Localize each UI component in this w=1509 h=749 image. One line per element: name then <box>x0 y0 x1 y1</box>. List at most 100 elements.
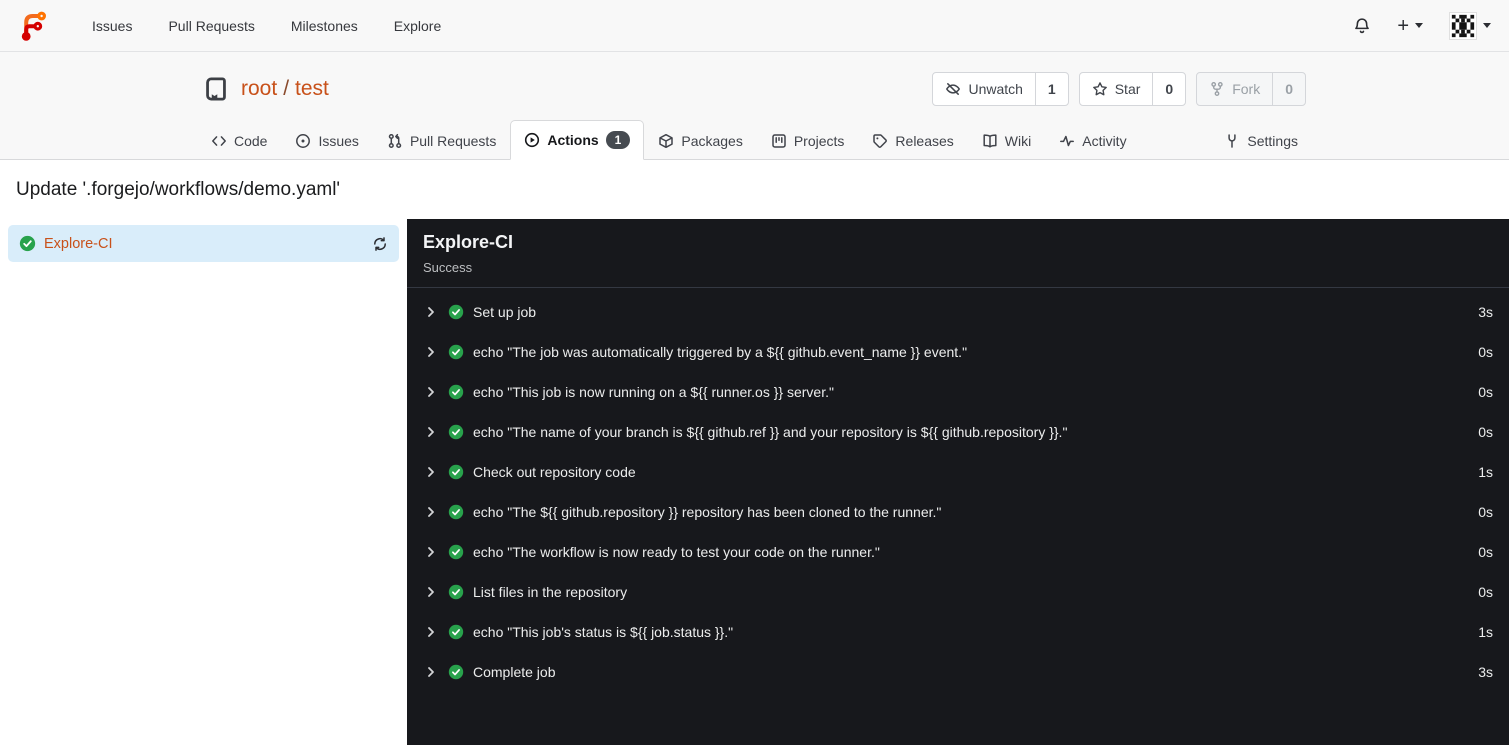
job-status-text: Success <box>423 260 473 275</box>
package-icon <box>658 133 674 149</box>
step-success-icon <box>448 584 464 600</box>
chevron-right-icon <box>423 544 439 560</box>
fork-icon <box>1209 81 1225 97</box>
tab-label: Pull Requests <box>409 133 497 149</box>
bell-icon <box>1353 17 1371 35</box>
step-success-icon <box>448 464 464 480</box>
job-log-panel: Explore-CI Success Set up job 3s echo "T… <box>407 219 1509 745</box>
issue-opened-icon <box>295 133 311 149</box>
step-row-complete-job[interactable]: Complete job 3s <box>407 652 1509 692</box>
step-label: List files in the repository <box>473 584 628 600</box>
top-navbar: Issues Pull Requests Milestones Explore … <box>0 0 1509 52</box>
unwatch-button[interactable]: Unwatch <box>933 73 1034 105</box>
tab-activity[interactable]: Activity <box>1045 122 1140 160</box>
step-duration: 0s <box>1478 544 1493 560</box>
step-success-icon <box>448 344 464 360</box>
job-panel-header: Explore-CI Success <box>407 219 1509 288</box>
step-success-icon <box>448 624 464 640</box>
chevron-right-icon <box>423 344 439 360</box>
step-row-echo-running-on[interactable]: echo "This job is now running on a ${{ r… <box>407 372 1509 412</box>
sync-icon <box>372 236 388 252</box>
nav-item-milestones[interactable]: Milestones <box>277 10 372 42</box>
book-open-icon <box>982 133 998 149</box>
job-item-explore-ci[interactable]: Explore-CI <box>8 225 399 262</box>
tab-wiki[interactable]: Wiki <box>968 122 1045 160</box>
step-duration: 3s <box>1478 304 1493 320</box>
step-duration: 0s <box>1478 584 1493 600</box>
step-success-icon <box>448 384 464 400</box>
step-duration: 0s <box>1478 344 1493 360</box>
tab-issues[interactable]: Issues <box>281 122 372 160</box>
tab-label: Code <box>234 133 268 149</box>
stars-count[interactable]: 0 <box>1152 73 1185 105</box>
eye-slash-icon <box>945 81 961 97</box>
pulse-icon <box>1059 133 1075 149</box>
check-circle-icon <box>19 235 36 252</box>
tab-packages[interactable]: Packages <box>644 122 756 160</box>
watchers-count[interactable]: 1 <box>1034 73 1068 105</box>
step-label: echo "This job is now running on a ${{ r… <box>473 384 834 400</box>
repo-journal-icon <box>203 76 229 102</box>
notifications-button[interactable] <box>1353 17 1371 35</box>
create-new-menu[interactable]: + <box>1397 14 1423 37</box>
tab-projects[interactable]: Projects <box>757 122 859 160</box>
nav-item-issues[interactable]: Issues <box>78 10 146 42</box>
forgejo-logo[interactable] <box>18 10 50 42</box>
job-name: Explore-CI <box>44 235 113 252</box>
step-label: echo "This job's status is ${{ job.statu… <box>473 624 734 640</box>
forks-count: 0 <box>1272 73 1305 105</box>
star-button[interactable]: Star <box>1080 73 1153 105</box>
chevron-right-icon <box>423 624 439 640</box>
step-duration: 3s <box>1478 664 1493 680</box>
tab-label: Wiki <box>1004 133 1032 149</box>
fork-button: Fork <box>1197 73 1272 105</box>
step-duration: 1s <box>1478 624 1493 640</box>
tab-actions[interactable]: Actions 1 <box>510 120 645 160</box>
jobs-sidebar: Explore-CI <box>0 219 407 745</box>
tools-icon <box>1224 133 1240 149</box>
step-row-echo-workflow-ready[interactable]: echo "The workflow is now ready to test … <box>407 532 1509 572</box>
caret-down-icon <box>1483 23 1491 28</box>
rerun-job-button[interactable] <box>372 236 388 252</box>
chevron-right-icon <box>423 304 439 320</box>
star-button-group: Star 0 <box>1078 72 1187 106</box>
nav-item-pull-requests[interactable]: Pull Requests <box>154 10 268 42</box>
step-row-echo-branch-name[interactable]: echo "The name of your branch is ${{ git… <box>407 412 1509 452</box>
step-label: Check out repository code <box>473 464 636 480</box>
chevron-right-icon <box>423 424 439 440</box>
step-success-icon <box>448 424 464 440</box>
step-label: echo "The workflow is now ready to test … <box>473 544 880 560</box>
step-row-checkout-code[interactable]: Check out repository code 1s <box>407 452 1509 492</box>
repo-header: root / test Unwatch 1 Star 0 Fork 0 Code… <box>0 52 1509 160</box>
job-steps-list: Set up job 3s echo "The job was automati… <box>407 288 1509 692</box>
step-row-echo-triggered[interactable]: echo "The job was automatically triggere… <box>407 332 1509 372</box>
actions-count-badge: 1 <box>605 131 631 149</box>
nav-links: Issues Pull Requests Milestones Explore <box>78 10 455 42</box>
breadcrumb-separator: / <box>283 77 290 100</box>
nav-item-explore[interactable]: Explore <box>380 10 455 42</box>
step-success-icon <box>448 504 464 520</box>
step-row-echo-cloned[interactable]: echo "The ${{ github.repository }} repos… <box>407 492 1509 532</box>
tab-code[interactable]: Code <box>197 122 281 160</box>
step-success-icon <box>448 304 464 320</box>
tab-pull-requests[interactable]: Pull Requests <box>373 122 510 160</box>
play-circle-icon <box>524 132 540 148</box>
repo-breadcrumb: root / test <box>241 77 329 101</box>
profile-menu[interactable] <box>1449 11 1491 40</box>
plus-icon: + <box>1397 14 1409 37</box>
chevron-right-icon <box>423 504 439 520</box>
step-row-set-up-job[interactable]: Set up job 3s <box>407 292 1509 332</box>
project-board-icon <box>771 133 787 149</box>
repo-owner-link[interactable]: root <box>241 77 277 100</box>
step-success-icon <box>448 544 464 560</box>
tab-label: Projects <box>793 133 845 149</box>
repo-name-link[interactable]: test <box>295 77 329 100</box>
navbar-right: + <box>1353 11 1491 40</box>
tab-label: Releases <box>895 133 954 149</box>
step-row-list-files[interactable]: List files in the repository 0s <box>407 572 1509 612</box>
step-duration: 1s <box>1478 464 1493 480</box>
watch-button-group: Unwatch 1 <box>932 72 1069 106</box>
tab-releases[interactable]: Releases <box>858 122 967 160</box>
tab-settings[interactable]: Settings <box>1210 122 1312 160</box>
step-row-echo-job-status[interactable]: echo "This job's status is ${{ job.statu… <box>407 612 1509 652</box>
